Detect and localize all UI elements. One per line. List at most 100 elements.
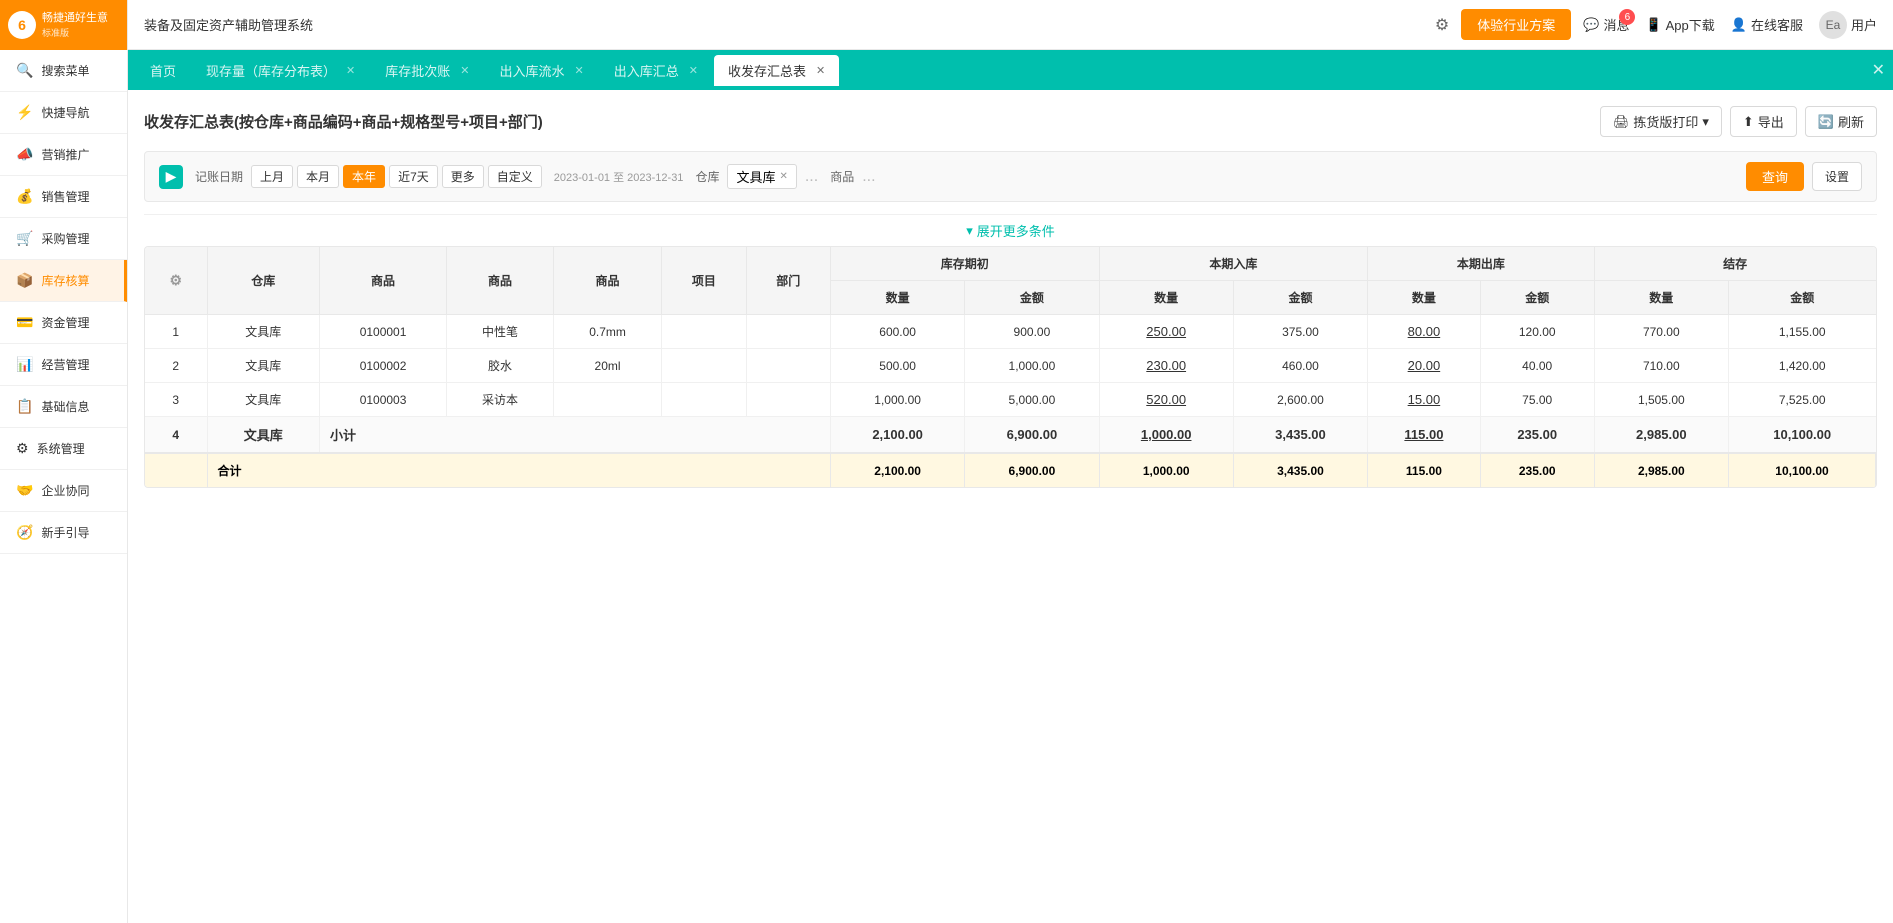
date-btn-近7天[interactable]: 近7天	[389, 165, 438, 188]
th-closing: 结存	[1594, 247, 1875, 281]
date-btn-本月[interactable]: 本月	[297, 165, 339, 188]
cell-code: 0100002	[320, 349, 447, 383]
close-all-tabs-btn[interactable]: ✕	[1872, 60, 1885, 80]
marketing-icon: 📣	[16, 146, 33, 163]
service-icon: 👤	[1731, 17, 1747, 33]
date-filter-group: 记账日期 上月本月本年近7天更多自定义	[195, 165, 542, 188]
topbar-right: 💬 消息 6 📱 App下载 👤 在线客服 Ea 用户	[1583, 11, 1877, 39]
cell-open-qty: 500.00	[830, 349, 964, 383]
out-qty-link[interactable]: 80.00	[1408, 324, 1441, 339]
tab-close-summary[interactable]: ✕	[689, 64, 698, 77]
tab-close-recv-send[interactable]: ✕	[816, 64, 825, 77]
expand-more-btn[interactable]: ▾ 展开更多条件	[966, 221, 1055, 240]
sidebar-item-system[interactable]: ⚙ 系统管理	[0, 428, 127, 470]
table-row: 2 文具库 0100002 胶水 20ml 500.00 1,000.00 23…	[145, 349, 1876, 383]
sidebar-item-marketing[interactable]: 📣 营销推广	[0, 134, 127, 176]
in-qty-link[interactable]: 250.00	[1146, 324, 1186, 339]
footer-total-row: 合计 2,100.00 6,900.00 1,000.00 3,435.00 1…	[145, 453, 1876, 487]
subtotal-out-amt: 235.00	[1480, 417, 1594, 454]
in-qty-link[interactable]: 520.00	[1146, 392, 1186, 407]
subtotal-out-qty[interactable]: 115.00	[1368, 417, 1481, 454]
date-btn-本年[interactable]: 本年	[343, 165, 385, 188]
tab-close-flow[interactable]: ✕	[575, 64, 584, 77]
cell-in-qty[interactable]: 230.00	[1099, 349, 1233, 383]
sidebar-item-inventory[interactable]: 📦 库存核算	[0, 260, 127, 302]
cell-close-qty: 1,505.00	[1594, 383, 1728, 417]
tabbar: 首页现存量（库存分布表）✕库存批次账✕出入库流水✕出入库汇总✕收发存汇总表✕✕	[128, 50, 1893, 90]
cell-open-amt: 1,000.00	[965, 349, 1099, 383]
warehouse-filter-group: 仓库 文具库 ✕ ...	[695, 164, 818, 189]
subtotal-in-qty[interactable]: 1,000.00	[1099, 417, 1233, 454]
sidebar-label-guide: 新手引导	[41, 524, 89, 541]
in-qty-link[interactable]: 230.00	[1146, 358, 1186, 373]
online-service-btn[interactable]: 👤 在线客服	[1731, 15, 1803, 34]
th-project: 项目	[662, 247, 746, 315]
date-label: 记账日期	[195, 168, 243, 185]
print-icon: 🖨	[1613, 114, 1630, 130]
sidebar-item-quick-nav[interactable]: ⚡ 快捷导航	[0, 92, 127, 134]
tab-summary[interactable]: 出入库汇总 ✕	[600, 55, 712, 86]
warehouse-tag-close[interactable]: ✕	[779, 171, 787, 182]
sidebar-item-search[interactable]: 🔍 搜索菜单	[0, 50, 127, 92]
query-btn[interactable]: 查询	[1746, 162, 1804, 191]
subtotal-in-qty-link[interactable]: 1,000.00	[1141, 427, 1192, 442]
cell-in-qty[interactable]: 520.00	[1099, 383, 1233, 417]
sidebar-item-base-info[interactable]: 📋 基础信息	[0, 386, 127, 428]
app-download-btn[interactable]: 📱 App下载	[1645, 15, 1714, 34]
footer-close-qty: 2,985.00	[1594, 453, 1728, 487]
sales-icon: 💰	[16, 188, 33, 205]
tab-batch-ledger[interactable]: 库存批次账✕	[371, 55, 483, 86]
date-btn-更多[interactable]: 更多	[442, 165, 484, 188]
cell-out-qty[interactable]: 80.00	[1368, 315, 1481, 349]
enterprise-icon: 🤝	[16, 482, 33, 499]
bell-icon: 💬	[1583, 17, 1599, 33]
notifications-btn[interactable]: 💬 消息 6	[1583, 15, 1629, 34]
data-table-container: ⚙ 仓库 商品 商品 商品 项目 部门 库存期初 本期入库 本期出库 结存	[144, 246, 1877, 488]
cell-out-qty[interactable]: 15.00	[1368, 383, 1481, 417]
warehouse-tag[interactable]: 文具库 ✕	[727, 164, 796, 189]
cell-out-qty[interactable]: 20.00	[1368, 349, 1481, 383]
date-btn-上月[interactable]: 上月	[251, 165, 293, 188]
warehouse-more-btn[interactable]: ...	[805, 168, 818, 186]
cell-in-qty[interactable]: 250.00	[1099, 315, 1233, 349]
subtotal-in-amt: 3,435.00	[1233, 417, 1367, 454]
out-qty-link[interactable]: 20.00	[1408, 358, 1441, 373]
page-actions: 🖨 拣货版打印 ▾ ⬆ 导出 🔄 刷新	[1600, 106, 1877, 137]
tab-home[interactable]: 首页	[136, 55, 190, 86]
export-icon: ⬆	[1743, 114, 1754, 130]
filter-settings-btn[interactable]: 设置	[1812, 162, 1862, 191]
notifications-badge: 6	[1619, 9, 1635, 25]
trial-btn[interactable]: 体验行业方案	[1461, 9, 1571, 40]
settings-icon[interactable]: ⚙	[1435, 15, 1449, 35]
sidebar-item-guide[interactable]: 🧭 新手引导	[0, 512, 127, 554]
tab-recv-send[interactable]: 收发存汇总表✕	[714, 55, 839, 86]
filter-toggle-btn[interactable]: ▶	[159, 165, 183, 189]
col-settings-icon[interactable]: ⚙	[169, 272, 182, 288]
table-row: 1 文具库 0100001 中性笔 0.7mm 600.00 900.00 25…	[145, 315, 1876, 349]
refresh-btn[interactable]: 🔄 刷新	[1805, 106, 1877, 137]
sidebar-label-marketing: 营销推广	[41, 146, 89, 163]
export-btn[interactable]: ⬆ 导出	[1730, 106, 1797, 137]
sidebar-item-enterprise[interactable]: 🤝 企业协同	[0, 470, 127, 512]
tab-close-inventory-dist[interactable]: ✕	[346, 64, 355, 77]
cell-index: 1	[145, 315, 207, 349]
th-dept: 部门	[746, 247, 830, 315]
goods-more-btn[interactable]: ...	[862, 168, 875, 186]
th-settings[interactable]: ⚙	[145, 247, 207, 315]
tab-label-summary: 出入库汇总	[614, 61, 679, 80]
out-qty-link[interactable]: 15.00	[1408, 392, 1441, 407]
date-btn-自定义[interactable]: 自定义	[488, 165, 542, 188]
th-opening: 库存期初	[830, 247, 1099, 281]
sidebar-item-sales[interactable]: 💰 销售管理	[0, 176, 127, 218]
user-btn[interactable]: Ea 用户	[1819, 11, 1877, 39]
sidebar-item-purchase[interactable]: 🛒 采购管理	[0, 218, 127, 260]
warehouse-label: 仓库	[695, 168, 719, 185]
sidebar-label-finance: 资金管理	[41, 314, 89, 331]
subtotal-out-qty-link[interactable]: 115.00	[1404, 427, 1443, 442]
sidebar-item-finance[interactable]: 💳 资金管理	[0, 302, 127, 344]
tab-inventory-dist[interactable]: 现存量（库存分布表）✕	[192, 55, 369, 86]
tab-flow[interactable]: 出入库流水✕	[485, 55, 597, 86]
sidebar-item-business[interactable]: 📊 经营管理	[0, 344, 127, 386]
print-btn[interactable]: 🖨 拣货版打印 ▾	[1600, 106, 1722, 137]
tab-close-batch-ledger[interactable]: ✕	[460, 64, 469, 77]
